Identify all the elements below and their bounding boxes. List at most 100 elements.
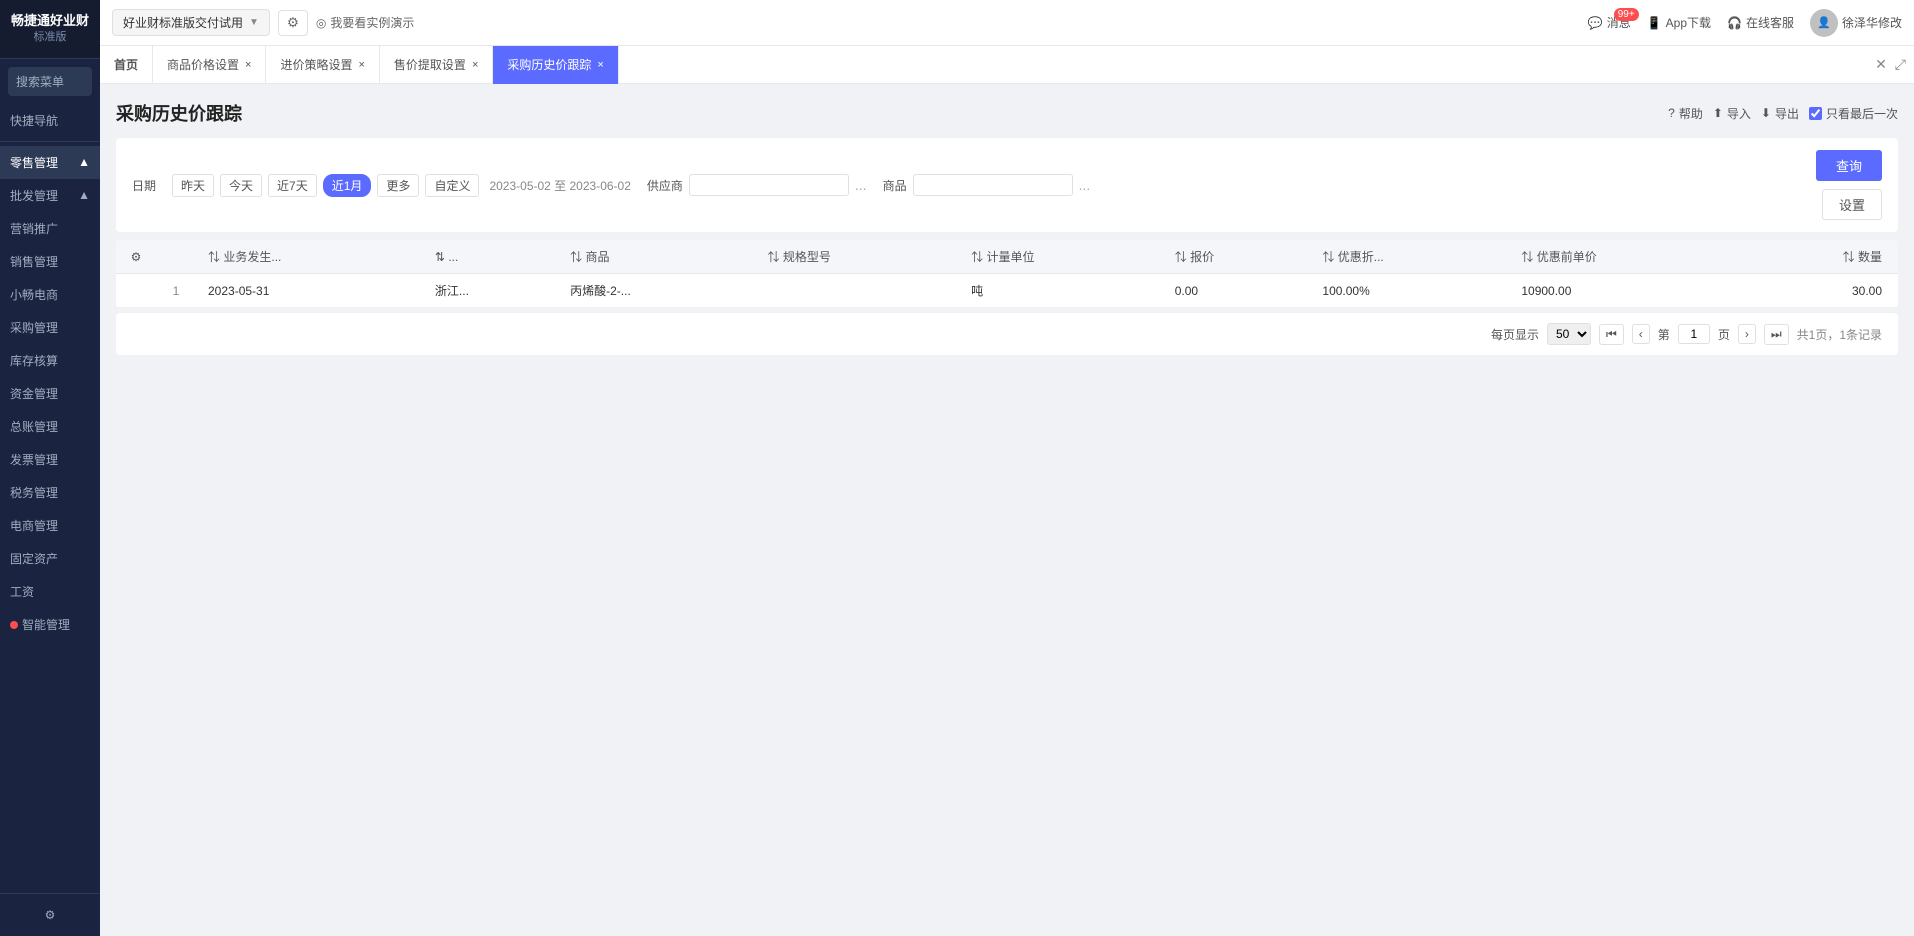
smart-dot-icon bbox=[10, 621, 18, 629]
app-download-button[interactable]: 📱 App下载 bbox=[1647, 14, 1711, 31]
col-quantity-header[interactable]: ⇅ 数量 bbox=[1741, 240, 1898, 274]
tab-purchase-history-label: 采购历史价跟踪 bbox=[507, 56, 591, 73]
tab-purchase-history[interactable]: 采购历史价跟踪 × bbox=[493, 46, 618, 84]
date-btn-7days[interactable]: 近7天 bbox=[268, 174, 317, 197]
tab-product-price-close[interactable]: × bbox=[245, 59, 251, 71]
supplier-dots[interactable]: ... bbox=[855, 177, 867, 193]
import-button[interactable]: ⬆ 导入 bbox=[1713, 105, 1751, 122]
sidebar-item-ecommerce[interactable]: 电商管理 bbox=[0, 509, 100, 542]
page-title: 采购历史价跟踪 bbox=[116, 100, 242, 126]
col-date-header[interactable]: ⇅ 业务发生... bbox=[196, 240, 423, 274]
filter-settings-button[interactable]: 设置 bbox=[1822, 189, 1882, 220]
tab-product-price[interactable]: 商品价格设置 × bbox=[153, 46, 266, 84]
online-service-button[interactable]: 🎧 在线客服 bbox=[1727, 14, 1794, 31]
col-spec-header[interactable]: ⇅ 规格型号 bbox=[755, 240, 959, 274]
sidebar-item-marketing[interactable]: 营销推广 bbox=[0, 212, 100, 245]
only-latest-checkbox-label[interactable]: 只看最后一次 bbox=[1809, 105, 1898, 122]
sidebar-item-smart[interactable]: 智能管理 bbox=[0, 608, 100, 641]
filter-row: 日期 昨天 今天 近7天 近1月 更多 自定义 2023-05-02 至 202… bbox=[132, 150, 1882, 220]
sort-date-icon: ⇅ bbox=[208, 250, 220, 264]
col-unit-header[interactable]: ⇅ 计量单位 bbox=[959, 240, 1163, 274]
row-num-cell: 1 bbox=[156, 274, 196, 308]
tab-pricing-strategy-label: 进价策略设置 bbox=[280, 56, 352, 73]
col-product-header[interactable]: ⇅ 商品 bbox=[558, 240, 755, 274]
export-label: 导出 bbox=[1775, 105, 1799, 122]
sidebar-item-inventory[interactable]: 库存核算 bbox=[0, 344, 100, 377]
next-page-button[interactable]: › bbox=[1738, 324, 1756, 344]
tab-sale-price-close[interactable]: × bbox=[472, 59, 478, 71]
last-page-button[interactable]: ⏭ bbox=[1764, 324, 1789, 345]
tab-pricing-strategy[interactable]: 进价策略设置 × bbox=[266, 46, 379, 84]
message-icon: 💬 bbox=[1588, 16, 1603, 30]
sidebar-item-general[interactable]: 总账管理 bbox=[0, 410, 100, 443]
headset-icon: 🎧 bbox=[1727, 16, 1742, 30]
sidebar-quick-nav[interactable]: 快捷导航 bbox=[0, 104, 100, 137]
sort-extra-icon: ⇅ bbox=[435, 250, 445, 264]
tab-home[interactable]: 首页 bbox=[100, 46, 153, 84]
total-info: 共1页，1条记录 bbox=[1797, 326, 1882, 343]
logo-sub: 标准版 bbox=[8, 30, 92, 45]
product-input[interactable] bbox=[913, 174, 1073, 196]
app-download-icon: 📱 bbox=[1647, 16, 1662, 30]
import-icon: ⬆ bbox=[1713, 106, 1723, 120]
table-header: ⚙ ⇅ 业务发生... ⇅ ... ⇅ 商品 bbox=[116, 240, 1898, 274]
sidebar-item-assets[interactable]: 固定资产 bbox=[0, 542, 100, 575]
col-discount-header[interactable]: ⇅ 优惠折... bbox=[1310, 240, 1509, 274]
data-table-wrapper: ⚙ ⇅ 业务发生... ⇅ ... ⇅ 商品 bbox=[116, 240, 1898, 308]
prev-page-button[interactable]: ‹ bbox=[1632, 324, 1650, 344]
tab-product-price-label: 商品价格设置 bbox=[167, 56, 239, 73]
page-header: 采购历史价跟踪 ? 帮助 ⬆ 导入 ⬇ 导出 只看最后一次 bbox=[116, 100, 1898, 126]
sidebar-item-retail[interactable]: 零售管理 ▲ bbox=[0, 146, 100, 179]
date-btn-more[interactable]: 更多 bbox=[377, 174, 419, 197]
tab-purchase-history-close[interactable]: × bbox=[597, 59, 603, 71]
date-btn-today[interactable]: 今天 bbox=[220, 174, 262, 197]
first-page-button[interactable]: ⏮ bbox=[1599, 324, 1624, 345]
col-extra-header[interactable]: ⇅ ... bbox=[423, 240, 558, 274]
row-unit-cell: 吨 bbox=[959, 274, 1163, 308]
per-page-select[interactable]: 50 bbox=[1547, 323, 1591, 345]
search-menu-button[interactable]: 搜索菜单 bbox=[8, 67, 92, 96]
date-btn-custom[interactable]: 自定义 bbox=[425, 174, 479, 197]
page-content: 采购历史价跟踪 ? 帮助 ⬆ 导入 ⬇ 导出 只看最后一次 bbox=[100, 84, 1914, 936]
sidebar-item-ecommerce-small[interactable]: 小畅电商 bbox=[0, 278, 100, 311]
sidebar-item-invoice[interactable]: 发票管理 bbox=[0, 443, 100, 476]
product-dots[interactable]: ... bbox=[1079, 177, 1091, 193]
sort-product-icon: ⇅ bbox=[570, 250, 582, 264]
version-selector[interactable]: 好业财标准版交付试用 ▼ bbox=[112, 9, 270, 36]
tab-pricing-strategy-close[interactable]: × bbox=[358, 59, 364, 71]
only-latest-checkbox[interactable] bbox=[1809, 107, 1822, 120]
close-all-tabs-button[interactable]: ✕ bbox=[1875, 56, 1887, 73]
sidebar-item-salary[interactable]: 工资 bbox=[0, 575, 100, 608]
sort-pre-discount-icon: ⇅ bbox=[1521, 250, 1533, 264]
supplier-input[interactable] bbox=[689, 174, 849, 196]
topbar-settings-button[interactable]: ⚙ bbox=[278, 10, 308, 36]
sidebar-item-finance[interactable]: 资金管理 bbox=[0, 377, 100, 410]
sidebar-item-purchase[interactable]: 采购管理 bbox=[0, 311, 100, 344]
row-extra-cell: 浙江... bbox=[423, 274, 558, 308]
user-menu-button[interactable]: 👤 徐泽华修改 bbox=[1810, 9, 1902, 37]
col-pre-discount-header[interactable]: ⇅ 优惠前单价 bbox=[1509, 240, 1741, 274]
help-link[interactable]: ? 帮助 bbox=[1668, 105, 1703, 122]
sidebar: 畅捷通好业财 标准版 搜索菜单 快捷导航 零售管理 ▲ 批发管理 ▲ 营销推广 … bbox=[0, 0, 100, 936]
date-btn-1month[interactable]: 近1月 bbox=[323, 174, 372, 197]
expand-tab-button[interactable]: ⤢ bbox=[1895, 56, 1906, 73]
col-quote-header[interactable]: ⇅ 报价 bbox=[1163, 240, 1311, 274]
tab-sale-price[interactable]: 售价提取设置 × bbox=[380, 46, 493, 84]
col-gear-header[interactable]: ⚙ bbox=[116, 240, 156, 274]
page-actions: ? 帮助 ⬆ 导入 ⬇ 导出 只看最后一次 bbox=[1668, 105, 1898, 122]
date-btn-yesterday[interactable]: 昨天 bbox=[172, 174, 214, 197]
avatar: 👤 bbox=[1810, 9, 1838, 37]
main-area: 好业财标准版交付试用 ▼ ⚙ ◎ 我要看实例演示 💬 消息 99+ 📱 App下… bbox=[100, 0, 1914, 936]
sidebar-item-wholesale[interactable]: 批发管理 ▲ bbox=[0, 179, 100, 212]
query-button[interactable]: 查询 bbox=[1816, 150, 1882, 181]
export-button[interactable]: ⬇ 导出 bbox=[1761, 105, 1799, 122]
demo-button[interactable]: ◎ 我要看实例演示 bbox=[316, 14, 415, 31]
help-icon: ? bbox=[1668, 106, 1675, 120]
sidebar-item-sales[interactable]: 销售管理 bbox=[0, 245, 100, 278]
date-filter-label: 日期 bbox=[132, 177, 156, 194]
messages-button[interactable]: 💬 消息 99+ bbox=[1588, 14, 1631, 31]
row-discount-cell: 100.00% bbox=[1310, 274, 1509, 308]
sidebar-item-tax[interactable]: 税务管理 bbox=[0, 476, 100, 509]
sidebar-settings-button[interactable]: ⚙ bbox=[8, 902, 92, 928]
page-number-input[interactable] bbox=[1678, 324, 1710, 344]
